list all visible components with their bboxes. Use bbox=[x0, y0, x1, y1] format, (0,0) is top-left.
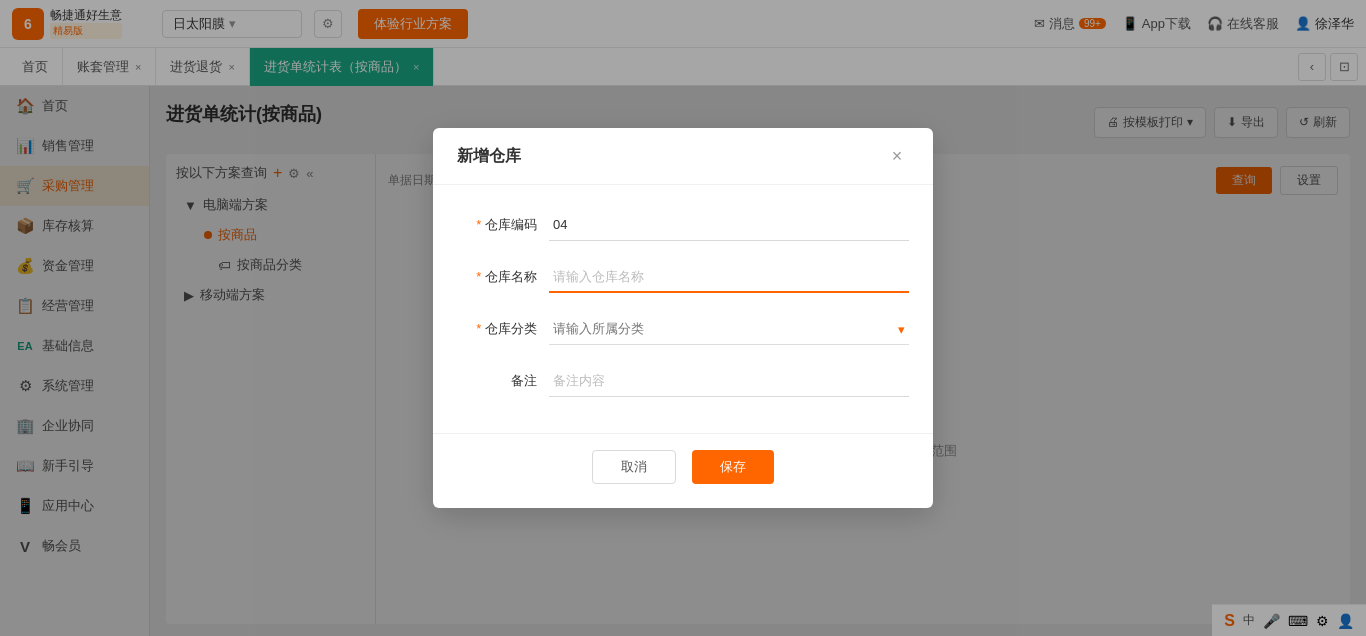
code-label: 仓库编码 bbox=[457, 216, 537, 234]
modal-body: 仓库编码 仓库名称 仓库分类 ▾ 备注 bbox=[433, 185, 933, 433]
modal-footer: 取消 保存 bbox=[433, 434, 933, 508]
form-row-note: 备注 bbox=[457, 365, 909, 397]
name-input[interactable] bbox=[549, 261, 909, 293]
modal-header: 新增仓库 × bbox=[433, 128, 933, 185]
category-label: 仓库分类 bbox=[457, 320, 537, 338]
category-input[interactable] bbox=[549, 313, 909, 345]
modal-overlay: 新增仓库 × 仓库编码 仓库名称 仓库分类 ▾ bbox=[0, 0, 1366, 636]
form-row-code: 仓库编码 bbox=[457, 209, 909, 241]
cancel-button[interactable]: 取消 bbox=[592, 450, 676, 484]
save-button[interactable]: 保存 bbox=[692, 450, 774, 484]
note-input[interactable] bbox=[549, 365, 909, 397]
form-row-name: 仓库名称 bbox=[457, 261, 909, 293]
category-select-wrap: ▾ bbox=[549, 313, 909, 345]
modal-close-button[interactable]: × bbox=[885, 144, 909, 168]
name-label: 仓库名称 bbox=[457, 268, 537, 286]
note-label: 备注 bbox=[457, 372, 537, 390]
code-input[interactable] bbox=[549, 209, 909, 241]
form-row-category: 仓库分类 ▾ bbox=[457, 313, 909, 345]
add-warehouse-modal: 新增仓库 × 仓库编码 仓库名称 仓库分类 ▾ bbox=[433, 128, 933, 508]
modal-title: 新增仓库 bbox=[457, 146, 521, 167]
